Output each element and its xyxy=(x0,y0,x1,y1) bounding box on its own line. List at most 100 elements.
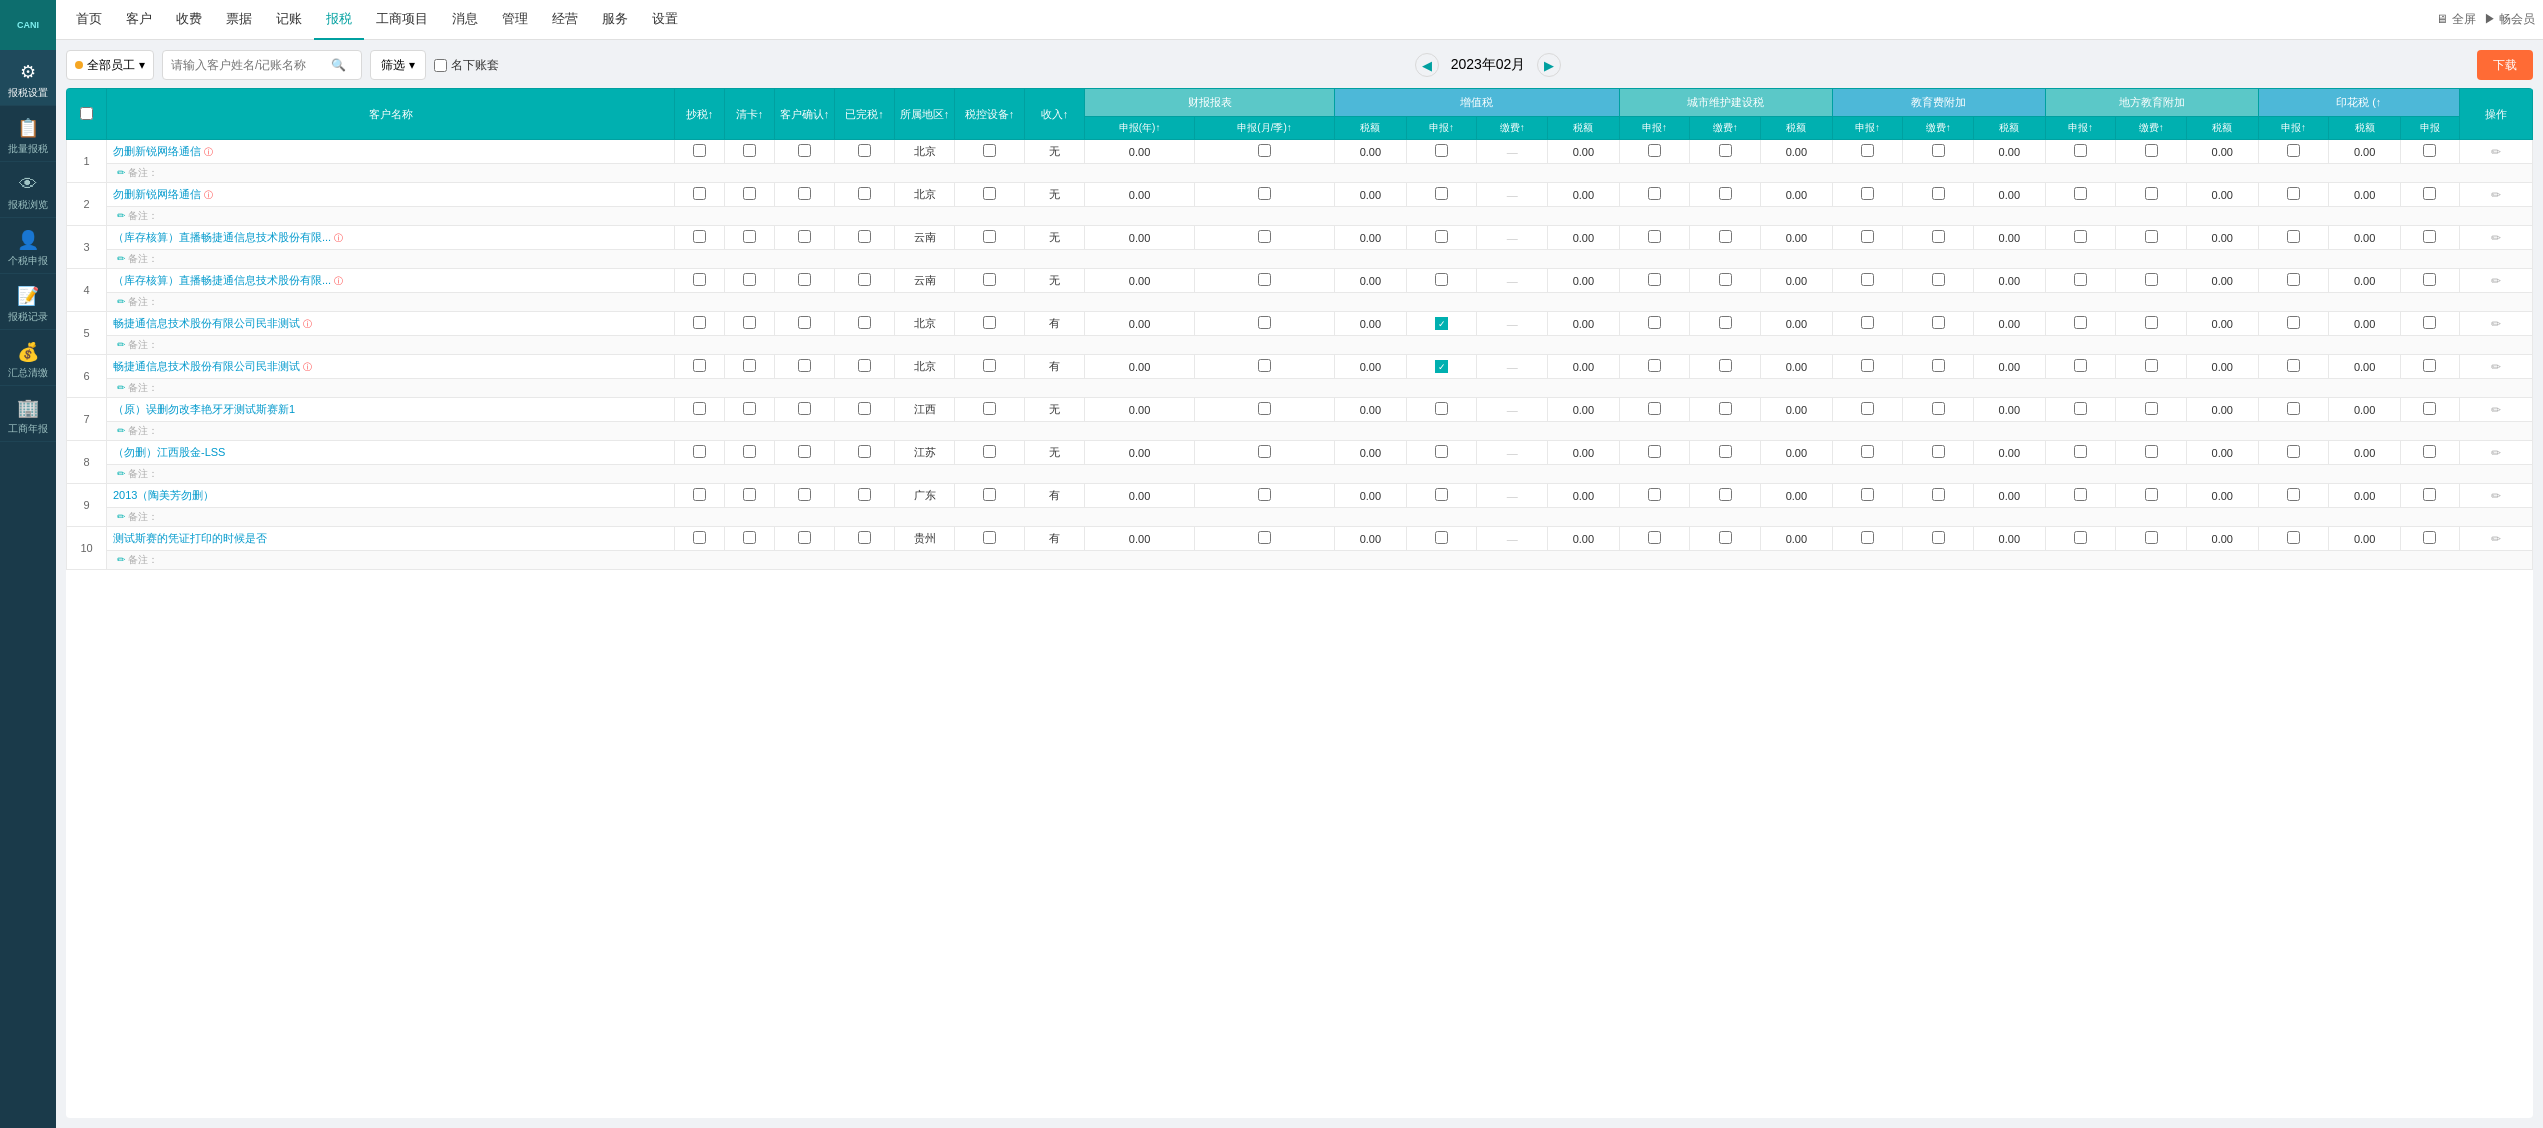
copytax-checkbox[interactable] xyxy=(693,531,706,544)
df-jiaofei[interactable] xyxy=(2116,484,2187,508)
shenbao-yueji[interactable] xyxy=(1195,355,1335,379)
df-jiaofei[interactable] xyxy=(2116,312,2187,336)
cs-shenbao-checkbox[interactable] xyxy=(1648,144,1661,157)
taxequip-cell[interactable] xyxy=(955,269,1025,293)
taxequip-checkbox[interactable] xyxy=(983,488,996,501)
nav-home[interactable]: 首页 xyxy=(64,0,114,40)
sidebar-item-baoshuilanlan[interactable]: 👁 报税浏览 xyxy=(0,162,56,218)
ys-shenbao-checkbox[interactable] xyxy=(2287,187,2300,200)
edit-button[interactable]: ✏ xyxy=(2459,398,2532,422)
ys-shenbao-checkbox[interactable] xyxy=(2287,273,2300,286)
declared-cell[interactable] xyxy=(835,140,895,164)
cs-shenbao[interactable] xyxy=(1619,140,1690,164)
df-jiaofei-checkbox[interactable] xyxy=(2145,402,2158,415)
ys-shenbao-checkbox[interactable] xyxy=(2287,531,2300,544)
jy-jiaofei[interactable] xyxy=(1903,484,1974,508)
zj-shenbao[interactable]: ✓ xyxy=(1406,312,1477,336)
confirm-checkbox[interactable] xyxy=(798,316,811,329)
customer-name[interactable]: （库存核算）直播畅捷通信息技术股份有限...ⓘ xyxy=(107,269,675,293)
clearcard-checkbox[interactable] xyxy=(743,230,756,243)
cs-shenbao[interactable] xyxy=(1619,441,1690,465)
clearcard-checkbox[interactable] xyxy=(743,187,756,200)
edit-button[interactable]: ✏ xyxy=(2459,140,2532,164)
copytax-cell[interactable] xyxy=(675,269,725,293)
ys-shenbao2-checkbox[interactable] xyxy=(2423,488,2436,501)
zj-shenbao[interactable] xyxy=(1406,226,1477,250)
copytax-checkbox[interactable] xyxy=(693,488,706,501)
jy-shenbao[interactable] xyxy=(1832,226,1903,250)
ys-shenbao-checkbox[interactable] xyxy=(2287,402,2300,415)
zj-shenbao-checkbox[interactable] xyxy=(1435,488,1448,501)
cs-jiaofei-checkbox[interactable] xyxy=(1719,187,1732,200)
df-shenbao-checkbox[interactable] xyxy=(2074,531,2087,544)
confirm-cell[interactable] xyxy=(775,441,835,465)
declared-checkbox[interactable] xyxy=(858,144,871,157)
jy-jiaofei-checkbox[interactable] xyxy=(1932,402,1945,415)
clearcard-cell[interactable] xyxy=(725,527,775,551)
jy-shenbao-checkbox[interactable] xyxy=(1861,144,1874,157)
jy-jiaofei-checkbox[interactable] xyxy=(1932,445,1945,458)
copytax-checkbox[interactable] xyxy=(693,187,706,200)
edit-button[interactable]: ✏ xyxy=(2459,226,2532,250)
cs-shenbao-checkbox[interactable] xyxy=(1648,531,1661,544)
zj-shenbao-checkbox[interactable] xyxy=(1435,230,1448,243)
ys-shenbao[interactable] xyxy=(2258,441,2329,465)
declared-checkbox[interactable] xyxy=(858,402,871,415)
sidebar-item-gongshangnianbo[interactable]: 🏢 工商年报 xyxy=(0,386,56,442)
shenbao-yueji[interactable] xyxy=(1195,398,1335,422)
sidebar-item-baoshuishezhi[interactable]: ⚙ 报税设置 xyxy=(0,50,56,106)
shenbao-yueji[interactable] xyxy=(1195,269,1335,293)
ys-shenbao2-checkbox[interactable] xyxy=(2423,402,2436,415)
taxequip-checkbox[interactable] xyxy=(983,359,996,372)
df-jiaofei[interactable] xyxy=(2116,398,2187,422)
shenbao-yueji-checkbox[interactable] xyxy=(1258,144,1271,157)
clearcard-cell[interactable] xyxy=(725,398,775,422)
cs-shenbao-checkbox[interactable] xyxy=(1648,316,1661,329)
cs-shenbao-checkbox[interactable] xyxy=(1648,488,1661,501)
df-shenbao-checkbox[interactable] xyxy=(2074,445,2087,458)
declared-cell[interactable] xyxy=(835,312,895,336)
jy-jiaofei[interactable] xyxy=(1903,355,1974,379)
confirm-cell[interactable] xyxy=(775,398,835,422)
df-shenbao[interactable] xyxy=(2045,183,2116,207)
ys-shenbao-checkbox[interactable] xyxy=(2287,230,2300,243)
cs-shenbao[interactable] xyxy=(1619,527,1690,551)
cs-jiaofei-checkbox[interactable] xyxy=(1719,273,1732,286)
edit-button[interactable]: ✏ xyxy=(2459,441,2532,465)
taxequip-cell[interactable] xyxy=(955,140,1025,164)
nav-account[interactable]: 记账 xyxy=(264,0,314,40)
df-shenbao[interactable] xyxy=(2045,398,2116,422)
sidebar-item-piliangbaoshui[interactable]: 📋 批量报税 xyxy=(0,106,56,162)
copytax-cell[interactable] xyxy=(675,355,725,379)
filter-button[interactable]: 筛选 ▾ xyxy=(370,50,426,80)
zj-shenbao-checkbox[interactable] xyxy=(1435,402,1448,415)
ys-shenbao2-checkbox[interactable] xyxy=(2423,531,2436,544)
df-jiaofei-checkbox[interactable] xyxy=(2145,230,2158,243)
ys-shenbao2-checkbox[interactable] xyxy=(2423,144,2436,157)
jy-shenbao[interactable] xyxy=(1832,527,1903,551)
cs-jiaofei[interactable] xyxy=(1690,527,1761,551)
shenbao-yueji-checkbox[interactable] xyxy=(1258,402,1271,415)
ys-shenbao-checkbox[interactable] xyxy=(2287,144,2300,157)
ys-shenbao[interactable] xyxy=(2258,398,2329,422)
zj-shenbao[interactable] xyxy=(1406,484,1477,508)
shenbao-yueji[interactable] xyxy=(1195,441,1335,465)
df-shenbao-checkbox[interactable] xyxy=(2074,187,2087,200)
taxequip-cell[interactable] xyxy=(955,312,1025,336)
checkbox-minxia[interactable]: 名下账套 xyxy=(434,57,499,74)
df-jiaofei[interactable] xyxy=(2116,226,2187,250)
jy-shenbao[interactable] xyxy=(1832,183,1903,207)
df-shenbao-checkbox[interactable] xyxy=(2074,144,2087,157)
taxequip-checkbox[interactable] xyxy=(983,144,996,157)
jy-shenbao[interactable] xyxy=(1832,441,1903,465)
customer-name[interactable]: （勿删）江西股金-LSS xyxy=(107,441,675,465)
confirm-cell[interactable] xyxy=(775,183,835,207)
taxequip-cell[interactable] xyxy=(955,441,1025,465)
df-jiaofei-checkbox[interactable] xyxy=(2145,187,2158,200)
clearcard-checkbox[interactable] xyxy=(743,144,756,157)
customer-name[interactable]: 2013（陶美芳勿删） xyxy=(107,484,675,508)
df-shenbao-checkbox[interactable] xyxy=(2074,402,2087,415)
shenbao-yueji[interactable] xyxy=(1195,183,1335,207)
ys-shenbao[interactable] xyxy=(2258,226,2329,250)
cs-jiaofei[interactable] xyxy=(1690,355,1761,379)
